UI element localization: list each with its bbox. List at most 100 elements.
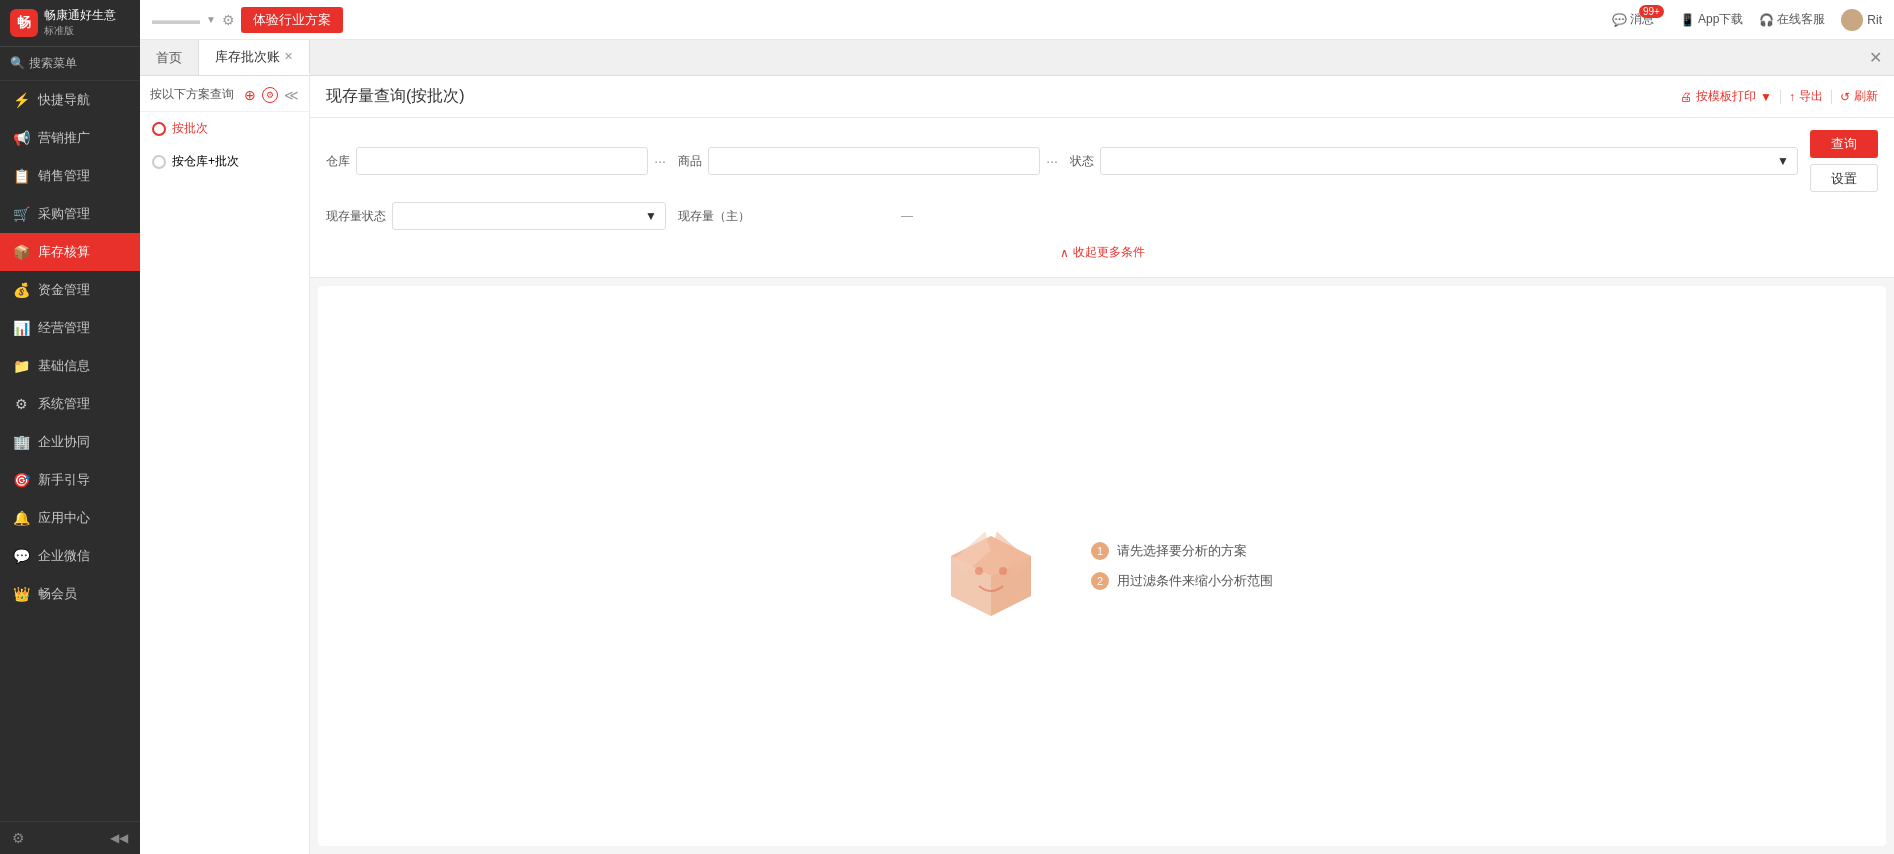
- sidebar-item-quick-nav[interactable]: ⚡ 快捷导航: [0, 81, 140, 119]
- filter-row-2: 现存量状态 ▼ 现存量（主） —: [326, 202, 1878, 230]
- app-label: App下载: [1698, 11, 1743, 28]
- print-dropdown-icon[interactable]: ▼: [1760, 90, 1772, 104]
- edition-label: 标准版: [44, 24, 116, 38]
- sidebar-item-label: 资金管理: [38, 281, 90, 299]
- empty-wrapper: 1 请先选择要分析的方案 2 用过滤条件来缩小分析范围: [931, 506, 1273, 626]
- svg-point-4: [975, 567, 983, 575]
- inventory-icon: 📦: [12, 244, 30, 260]
- sidebar-item-label: 库存核算: [38, 243, 90, 261]
- page-title-bar: 现存量查询(按批次) 🖨 按模板打印 ▼ ↑ 导出 ↺ 刷: [310, 76, 1894, 118]
- sidebar-item-operation[interactable]: 📊 经营管理: [0, 309, 140, 347]
- scheme-by-warehouse-batch[interactable]: 按仓库+批次: [140, 145, 309, 178]
- collapse-scheme-icon[interactable]: ≪: [284, 87, 299, 103]
- sidebar-item-label: 新手引导: [38, 471, 90, 489]
- divider: [1780, 90, 1781, 104]
- service-button[interactable]: 🎧 在线客服: [1759, 11, 1825, 28]
- hint-num-2: 2: [1091, 572, 1109, 590]
- sidebar-item-member[interactable]: 👑 畅会员: [0, 575, 140, 613]
- status-label: 状态: [1070, 153, 1094, 170]
- sidebar-item-basic[interactable]: 📁 基础信息: [0, 347, 140, 385]
- refresh-button[interactable]: ↺ 刷新: [1840, 88, 1878, 105]
- print-button[interactable]: 🖨 按模板打印 ▼: [1680, 88, 1772, 105]
- status-select[interactable]: ▼: [1100, 147, 1798, 175]
- sales-icon: 📋: [12, 168, 30, 184]
- settings-button[interactable]: 设置: [1810, 164, 1878, 192]
- tab-home-label: 首页: [156, 49, 182, 67]
- scheme-radio-active: [152, 122, 166, 136]
- search-menu[interactable]: 🔍 搜索菜单: [0, 47, 140, 81]
- hint-num-1: 1: [1091, 542, 1109, 560]
- notice-button[interactable]: 💬 消息 99+: [1612, 11, 1654, 28]
- company-name: 畅康通好生意: [44, 8, 116, 24]
- topbar-left: ▬▬▬▬ ▼ ⚙ 体验行业方案: [152, 7, 1604, 33]
- sidebar-item-marketing[interactable]: 📢 营销推广: [0, 119, 140, 157]
- export-button[interactable]: ↑ 导出: [1789, 88, 1823, 105]
- company-info: 畅康通好生意 标准版: [44, 8, 116, 38]
- marketing-icon: 📢: [12, 130, 30, 146]
- sidebar-item-label: 快捷导航: [38, 91, 90, 109]
- inventory-status-select[interactable]: ▼: [392, 202, 666, 230]
- divider2: [1831, 90, 1832, 104]
- sidebar-item-label: 采购管理: [38, 205, 90, 223]
- query-button[interactable]: 查询: [1810, 130, 1878, 158]
- sidebar-item-guide[interactable]: 🎯 新手引导: [0, 461, 140, 499]
- sidebar-item-app-center[interactable]: 🔔 应用中心: [0, 499, 140, 537]
- purchase-icon: 🛒: [12, 206, 30, 222]
- app-download-button[interactable]: 📱 App下载: [1680, 11, 1743, 28]
- qty-range-dash: —: [756, 209, 1058, 223]
- tab-inventory-batch-label: 库存批次账: [215, 48, 280, 66]
- system-icon: ⚙: [12, 396, 30, 412]
- phone-icon: 📱: [1680, 13, 1695, 27]
- sidebar-item-system[interactable]: ⚙ 系统管理: [0, 385, 140, 423]
- empty-state: 1 请先选择要分析的方案 2 用过滤条件来缩小分析范围: [318, 286, 1886, 846]
- breadcrumb: ▬▬▬▬: [152, 13, 200, 27]
- headset-icon: 🎧: [1759, 13, 1774, 27]
- empty-illustration: [931, 506, 1051, 626]
- tab-inventory-batch[interactable]: 库存批次账 ✕: [199, 40, 310, 75]
- status-filter: 状态 ▼: [1070, 147, 1798, 175]
- sidebar-item-purchase[interactable]: 🛒 采购管理: [0, 195, 140, 233]
- collapse-button[interactable]: ∧ 收起更多条件: [326, 240, 1878, 265]
- topbar: ▬▬▬▬ ▼ ⚙ 体验行业方案 💬 消息 99+ 📱 App下载 🎧 在线客服 …: [140, 0, 1894, 40]
- trial-button[interactable]: 体验行业方案: [241, 7, 343, 33]
- app-logo: 畅: [10, 9, 38, 37]
- sidebar-item-finance[interactable]: 💰 资金管理: [0, 271, 140, 309]
- page-title: 现存量查询(按批次): [326, 86, 465, 107]
- warehouse-input[interactable]: [356, 147, 648, 175]
- filter-scheme-header: 按以下方案查询 ⊕ ⚙ ≪: [140, 76, 309, 112]
- user-menu[interactable]: Rit: [1841, 9, 1882, 31]
- scheme-radio-inactive: [152, 155, 166, 169]
- sidebar-item-wechat[interactable]: 💬 企业微信: [0, 537, 140, 575]
- sidebar-item-inventory[interactable]: 📦 库存核算: [0, 233, 140, 271]
- scheme-by-batch[interactable]: 按批次: [140, 112, 309, 145]
- page-actions: 🖨 按模板打印 ▼ ↑ 导出 ↺ 刷新: [1680, 88, 1878, 105]
- warehouse-label: 仓库: [326, 153, 350, 170]
- status-select-chevron: ▼: [1777, 154, 1789, 168]
- app-center-icon: 🔔: [12, 510, 30, 526]
- scheme-label: 按仓库+批次: [172, 153, 239, 170]
- warehouse-more-icon[interactable]: ···: [654, 153, 666, 169]
- sidebar-item-label: 销售管理: [38, 167, 90, 185]
- basic-icon: 📁: [12, 358, 30, 374]
- product-input[interactable]: [708, 147, 1040, 175]
- sidebar-item-sales[interactable]: 📋 销售管理: [0, 157, 140, 195]
- add-scheme-icon[interactable]: ⊕: [244, 87, 256, 103]
- tab-close-icon[interactable]: ✕: [284, 50, 293, 63]
- sidebar-item-enterprise[interactable]: 🏢 企业协同: [0, 423, 140, 461]
- collapse-label: 收起更多条件: [1073, 244, 1145, 261]
- settings-scheme-icon[interactable]: ⚙: [262, 87, 278, 103]
- tab-panel-close-button[interactable]: ✕: [1857, 40, 1894, 75]
- product-more-icon[interactable]: ···: [1046, 153, 1058, 169]
- footer-settings-icon[interactable]: ⚙: [12, 830, 25, 846]
- tab-home[interactable]: 首页: [140, 40, 199, 75]
- hint-text-2: 用过滤条件来缩小分析范围: [1117, 572, 1273, 590]
- footer-collapse-icon[interactable]: ◀◀: [110, 831, 128, 845]
- gear-icon[interactable]: ⚙: [222, 12, 235, 28]
- filter-bar: 仓库 ··· 商品 ··· 状态 ▼: [310, 118, 1894, 278]
- dropdown-icon[interactable]: ▼: [206, 14, 216, 25]
- main-area: ▬▬▬▬ ▼ ⚙ 体验行业方案 💬 消息 99+ 📱 App下载 🎧 在线客服 …: [140, 0, 1894, 854]
- inventory-qty-label: 现存量（主）: [678, 208, 750, 225]
- guide-icon: 🎯: [12, 472, 30, 488]
- main-panel: 现存量查询(按批次) 🖨 按模板打印 ▼ ↑ 导出 ↺ 刷: [310, 76, 1894, 854]
- collapse-icon: ∧: [1060, 246, 1069, 260]
